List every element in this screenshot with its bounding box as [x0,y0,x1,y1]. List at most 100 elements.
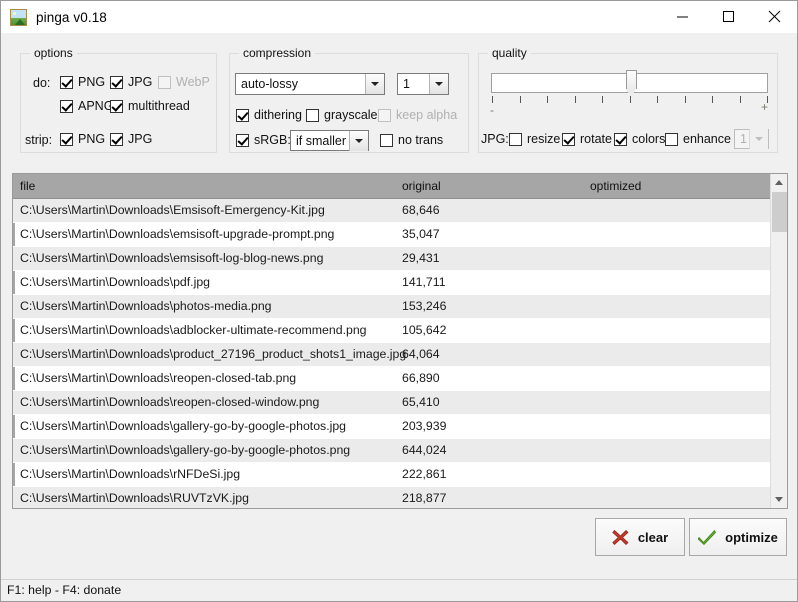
table-row[interactable]: C:\Users\Martin\Downloads\photos-media.p… [13,295,787,319]
chevron-down-icon[interactable] [429,74,448,94]
chevron-down-icon [749,129,768,149]
cell-file: C:\Users\Martin\Downloads\reopen-closed-… [20,371,297,385]
checkbox-srgb-box[interactable] [236,133,249,147]
checkbox-enhance-label: enhance [683,132,731,146]
column-header-optimized[interactable]: optimized [590,179,641,193]
checkbox-strip-png-box[interactable] [60,132,73,146]
table-row[interactable]: C:\Users\Martin\Downloads\RUVTzVK.jpg 218… [13,487,787,508]
checkbox-grayscale-box[interactable] [306,108,319,122]
file-list-header: file original optimized [13,174,787,199]
checkbox-strip-png[interactable]: PNG [60,132,105,146]
checkbox-do-jpg-label: JPG [128,75,153,89]
chevron-up-icon [775,180,783,185]
table-row[interactable]: C:\Users\Martin\Downloads\rNFDeSi.jpg 222… [13,463,787,487]
clear-button[interactable]: clear [595,518,685,556]
checkbox-do-jpg-box[interactable] [110,75,123,89]
cell-original: 153,246 [402,299,447,313]
table-row[interactable]: C:\Users\Martin\Downloads\adblocker-ulti… [13,319,787,343]
table-row[interactable]: C:\Users\Martin\Downloads\emsisoft-upgra… [13,223,787,247]
srgb-mode-select[interactable]: if smaller [290,130,369,151]
chevron-down-icon[interactable] [365,74,384,94]
maximize-button[interactable] [705,1,751,32]
checkbox-do-multithread[interactable]: multithread [110,99,190,113]
table-row[interactable]: C:\Users\Martin\Downloads\gallery-go-by-… [13,415,787,439]
minimize-button[interactable] [659,1,705,32]
checkbox-resize[interactable]: resize [509,132,560,146]
table-row[interactable]: C:\Users\Martin\Downloads\reopen-closed-… [13,367,787,391]
checkbox-dithering-box[interactable] [236,108,249,122]
table-row[interactable]: C:\Users\Martin\Downloads\pdf.jpg 141,711 [13,271,787,295]
enhance-level-value: 1 [740,132,747,146]
checkbox-do-png-box[interactable] [60,75,73,89]
optimize-button[interactable]: optimize [689,518,787,556]
table-row[interactable]: C:\Users\Martin\Downloads\gallery-go-by-… [13,439,787,463]
checkbox-do-jpg[interactable]: JPG [110,75,152,89]
checkbox-do-apng[interactable]: APNG [60,99,113,113]
image-icon [10,8,27,26]
checkbox-do-apng-label: APNG [78,99,114,113]
maximize-icon [722,11,734,22]
file-list[interactable]: file original optimized C:\Users\Martin\… [12,173,788,509]
checkbox-strip-jpg-box[interactable] [110,132,123,146]
compression-mode-select[interactable]: auto-lossy [235,73,385,95]
chevron-down-icon[interactable] [349,130,368,151]
checkbox-do-webp-label: WebP [176,75,210,89]
cell-file: C:\Users\Martin\Downloads\RUVTzVK.jpg [20,491,249,505]
checkbox-strip-png-label: PNG [78,132,106,146]
srgb-mode-value: if smaller [296,133,347,148]
checkbox-no-trans[interactable]: no trans [380,133,443,147]
quality-slider-ticks [492,96,768,104]
compression-group: compression auto-lossy 1 dithering grays… [229,46,469,153]
checkbox-keep-alpha: keep alpha [378,108,457,122]
scroll-up-button[interactable] [771,174,787,191]
table-row[interactable]: C:\Users\Martin\Downloads\Emsisoft-Emerg… [13,199,787,223]
checkbox-dithering-label: dithering [254,108,302,122]
checkbox-srgb[interactable]: sRGB: [236,133,291,147]
column-header-original[interactable]: original [402,179,441,193]
checkbox-do-apng-box[interactable] [60,99,73,113]
checkbox-resize-box[interactable] [509,132,522,146]
slider-minus-sign: - [490,103,494,117]
close-button[interactable] [751,1,797,32]
checkbox-do-webp: WebP [158,75,210,89]
checkbox-enhance[interactable]: enhance [665,132,731,146]
table-row[interactable]: C:\Users\Martin\Downloads\reopen-closed-… [13,391,787,415]
checkbox-keep-alpha-box [378,108,391,122]
checkbox-strip-jpg[interactable]: JPG [110,132,152,146]
column-header-file[interactable]: file [20,179,35,193]
close-icon [768,10,780,23]
checkbox-srgb-label: sRGB: [254,133,291,147]
cell-file: C:\Users\Martin\Downloads\gallery-go-by-… [20,443,351,457]
status-bar-text: F1: help - F4: donate [7,583,122,597]
scrollbar-thumb[interactable] [772,192,787,232]
compression-level-select[interactable]: 1 [397,73,449,95]
scroll-down-button[interactable] [771,491,787,508]
checkbox-do-multithread-box[interactable] [110,99,123,113]
strip-label: strip: [25,133,53,147]
checkbox-no-trans-box[interactable] [380,133,393,147]
checkbox-grayscale[interactable]: grayscale [306,108,378,122]
do-label-row: do: [33,76,50,90]
checkbox-strip-jpg-label: JPG [128,132,153,146]
checkbox-rotate-label: rotate [580,132,612,146]
table-row[interactable]: C:\Users\Martin\Downloads\product_27196_… [13,343,787,367]
checkbox-resize-label: resize [527,132,561,146]
slider-tick [740,96,741,103]
checkbox-dithering[interactable]: dithering [236,108,302,122]
compression-mode-value: auto-lossy [241,77,298,91]
cell-original: 105,642 [402,323,447,337]
checkbox-colors[interactable]: colors [614,132,665,146]
checkbox-do-multithread-label: multithread [128,99,190,113]
quality-slider-thumb[interactable] [626,70,637,97]
checkbox-enhance-box[interactable] [665,132,678,146]
checkbox-colors-box[interactable] [614,132,627,146]
title-bar: pinga v0.18 [1,1,797,34]
clear-button-label: clear [637,529,669,545]
checkbox-rotate[interactable]: rotate [562,132,612,146]
table-row[interactable]: C:\Users\Martin\Downloads\emsisoft-log-b… [13,247,787,271]
slider-tick [602,96,603,103]
checkbox-do-png[interactable]: PNG [60,75,105,89]
checkbox-rotate-box[interactable] [562,132,575,146]
file-list-scrollbar[interactable] [770,174,787,508]
status-bar: F1: help - F4: donate [1,579,797,601]
